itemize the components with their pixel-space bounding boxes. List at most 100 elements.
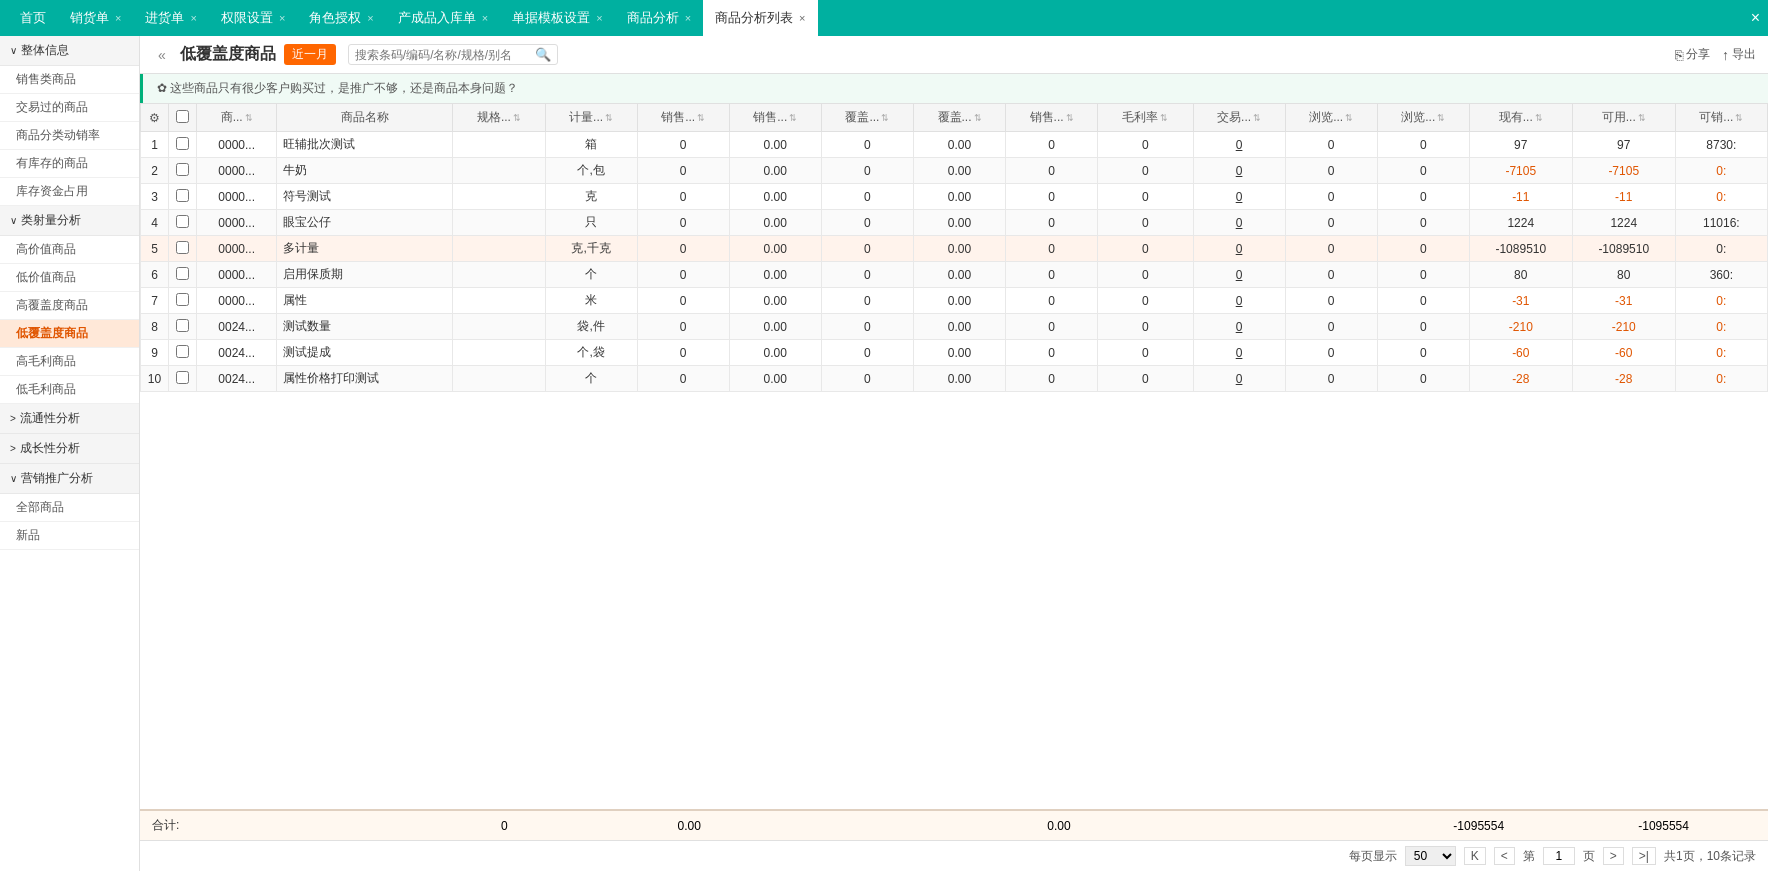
code-th[interactable]: 商...⇅ [197,104,277,132]
close-all-button[interactable]: × [1751,9,1760,27]
row-trade[interactable]: 0 [1193,132,1285,158]
sidebar-section-liquidity[interactable]: > 流通性分析 [0,404,139,434]
row-checkbox[interactable] [169,158,197,184]
sidebar-section-class-analysis[interactable]: ∨ 类射量分析 [0,206,139,236]
nav-tab-purchase[interactable]: 进货单 × [133,0,208,36]
nav-tab-roles[interactable]: 角色授权 × [297,0,385,36]
row-trade[interactable]: 0 [1193,288,1285,314]
coverage1-th[interactable]: 覆盖...⇅ [821,104,913,132]
main-layout: ∨ 整体信息 销售类商品 交易过的商品 商品分类动销率 有库存的商品 库存资金占… [0,36,1768,871]
sidebar-section-marketing[interactable]: ∨ 营销推广分析 [0,464,139,494]
sidebar-item-all-goods[interactable]: 全部商品 [0,494,139,522]
row-trade[interactable]: 0 [1193,184,1285,210]
nav-tab-permissions[interactable]: 权限设置 × [209,0,297,36]
collapse-button[interactable]: « [152,45,172,65]
spec-th[interactable]: 规格...⇅ [453,104,545,132]
available-th[interactable]: 可用...⇅ [1572,104,1675,132]
row-checkbox[interactable] [169,340,197,366]
current-th[interactable]: 现有...⇅ [1469,104,1572,132]
row-trade[interactable]: 0 [1193,210,1285,236]
row-trade[interactable]: 0 [1193,262,1285,288]
row-checkbox[interactable] [169,314,197,340]
row-spec [453,366,545,392]
sales-count-th[interactable]: 销售...⇅ [1006,104,1098,132]
row-num: 5 [141,236,169,262]
sidebar-item-capital[interactable]: 库存资金占用 [0,178,139,206]
row-checkbox[interactable] [169,288,197,314]
close-icon[interactable]: × [279,12,285,24]
sidebar-item-low-margin[interactable]: 低毛利商品 [0,376,139,404]
sidebar-item-high-coverage[interactable]: 高覆盖度商品 [0,292,139,320]
gross-rate-th[interactable]: 毛利率⇅ [1098,104,1193,132]
sales-qty-th[interactable]: 销售...⇅ [637,104,729,132]
sidebar-item-low-coverage[interactable]: 低覆盖度商品 [0,320,139,348]
sidebar-item-new-goods[interactable]: 新品 [0,522,139,550]
nav-tab-sales[interactable]: 销货单 × [58,0,133,36]
close-icon[interactable]: × [367,12,373,24]
row-spec [453,158,545,184]
row-trade[interactable]: 0 [1193,340,1285,366]
unit-th[interactable]: 计量...⇅ [545,104,637,132]
sidebar-item-sales-goods[interactable]: 销售类商品 [0,66,139,94]
row-trade[interactable]: 0 [1193,236,1285,262]
sidebar-section-growth[interactable]: > 成长性分析 [0,434,139,464]
nav-tab-analysis[interactable]: 商品分析 × [615,0,703,36]
table-wrapper[interactable]: ⚙ 商...⇅ 商品名称 规格...⇅ 计量...⇅ 销售...⇅ 销售...⇅… [140,103,1768,809]
search-input[interactable] [355,48,535,62]
row-trade[interactable]: 0 [1193,314,1285,340]
nav-tab-analysis-list[interactable]: 商品分析列表 × [703,0,817,36]
close-icon[interactable]: × [799,12,805,24]
row-checkbox[interactable] [169,366,197,392]
page-number-input[interactable] [1543,847,1575,865]
table-header-row: ⚙ 商...⇅ 商品名称 规格...⇅ 计量...⇅ 销售...⇅ 销售...⇅… [141,104,1768,132]
close-icon[interactable]: × [190,12,196,24]
row-br2: 0 [1377,366,1469,392]
row-checkbox[interactable] [169,236,197,262]
coverage2-th[interactable]: 覆盖...⇅ [913,104,1005,132]
row-trade[interactable]: 0 [1193,366,1285,392]
share-button[interactable]: ⎘ 分享 [1675,46,1710,63]
nav-tab-templates[interactable]: 单据模板设置 × [500,0,614,36]
sidebar-section-overall[interactable]: ∨ 整体信息 [0,36,139,66]
row-cov1: 0 [821,340,913,366]
row-checkbox[interactable] [169,262,197,288]
close-icon[interactable]: × [115,12,121,24]
sidebar-item-category-rate[interactable]: 商品分类动销率 [0,122,139,150]
close-icon[interactable]: × [482,12,488,24]
sidebar-item-low-value[interactable]: 低价值商品 [0,264,139,292]
row-sales-amt: 0.00 [729,132,821,158]
sidebar-item-high-margin[interactable]: 高毛利商品 [0,348,139,376]
sidebar-item-high-value[interactable]: 高价值商品 [0,236,139,264]
prev-page-button[interactable]: < [1494,847,1515,865]
row-code: 0000... [197,132,277,158]
last-page-button[interactable]: >| [1632,847,1656,865]
export-button[interactable]: ↑ 导出 [1722,46,1756,63]
row-checkbox[interactable] [169,184,197,210]
row-br1: 0 [1285,314,1377,340]
time-filter-button[interactable]: 近一月 [284,44,336,65]
first-page-button[interactable]: K [1464,847,1486,865]
trade-th[interactable]: 交易...⇅ [1193,104,1285,132]
row-checkbox[interactable] [169,132,197,158]
next-page-button[interactable]: > [1603,847,1624,865]
close-icon[interactable]: × [685,12,691,24]
nav-tab-home[interactable]: 首页 [8,0,58,36]
nav-tab-products-in[interactable]: 产成品入库单 × [386,0,500,36]
sales-amt-th[interactable]: 销售...⇅ [729,104,821,132]
close-icon[interactable]: × [596,12,602,24]
row-br2: 0 [1377,314,1469,340]
browse2-th[interactable]: 浏览...⇅ [1377,104,1469,132]
sidebar-item-traded-goods[interactable]: 交易过的商品 [0,94,139,122]
sidebar-item-in-stock[interactable]: 有库存的商品 [0,150,139,178]
settings-th[interactable]: ⚙ [141,104,169,132]
page-size-select[interactable]: 50 10 20 100 [1405,846,1456,866]
check-th[interactable] [169,104,197,132]
row-trade[interactable]: 0 [1193,158,1285,184]
sellable-th[interactable]: 可销...⇅ [1675,104,1767,132]
browse1-th[interactable]: 浏览...⇅ [1285,104,1377,132]
row-name: 符号测试 [277,184,453,210]
row-code: 0000... [197,210,277,236]
row-checkbox[interactable] [169,210,197,236]
row-unit: 米 [545,288,637,314]
select-all-checkbox[interactable] [176,110,189,123]
